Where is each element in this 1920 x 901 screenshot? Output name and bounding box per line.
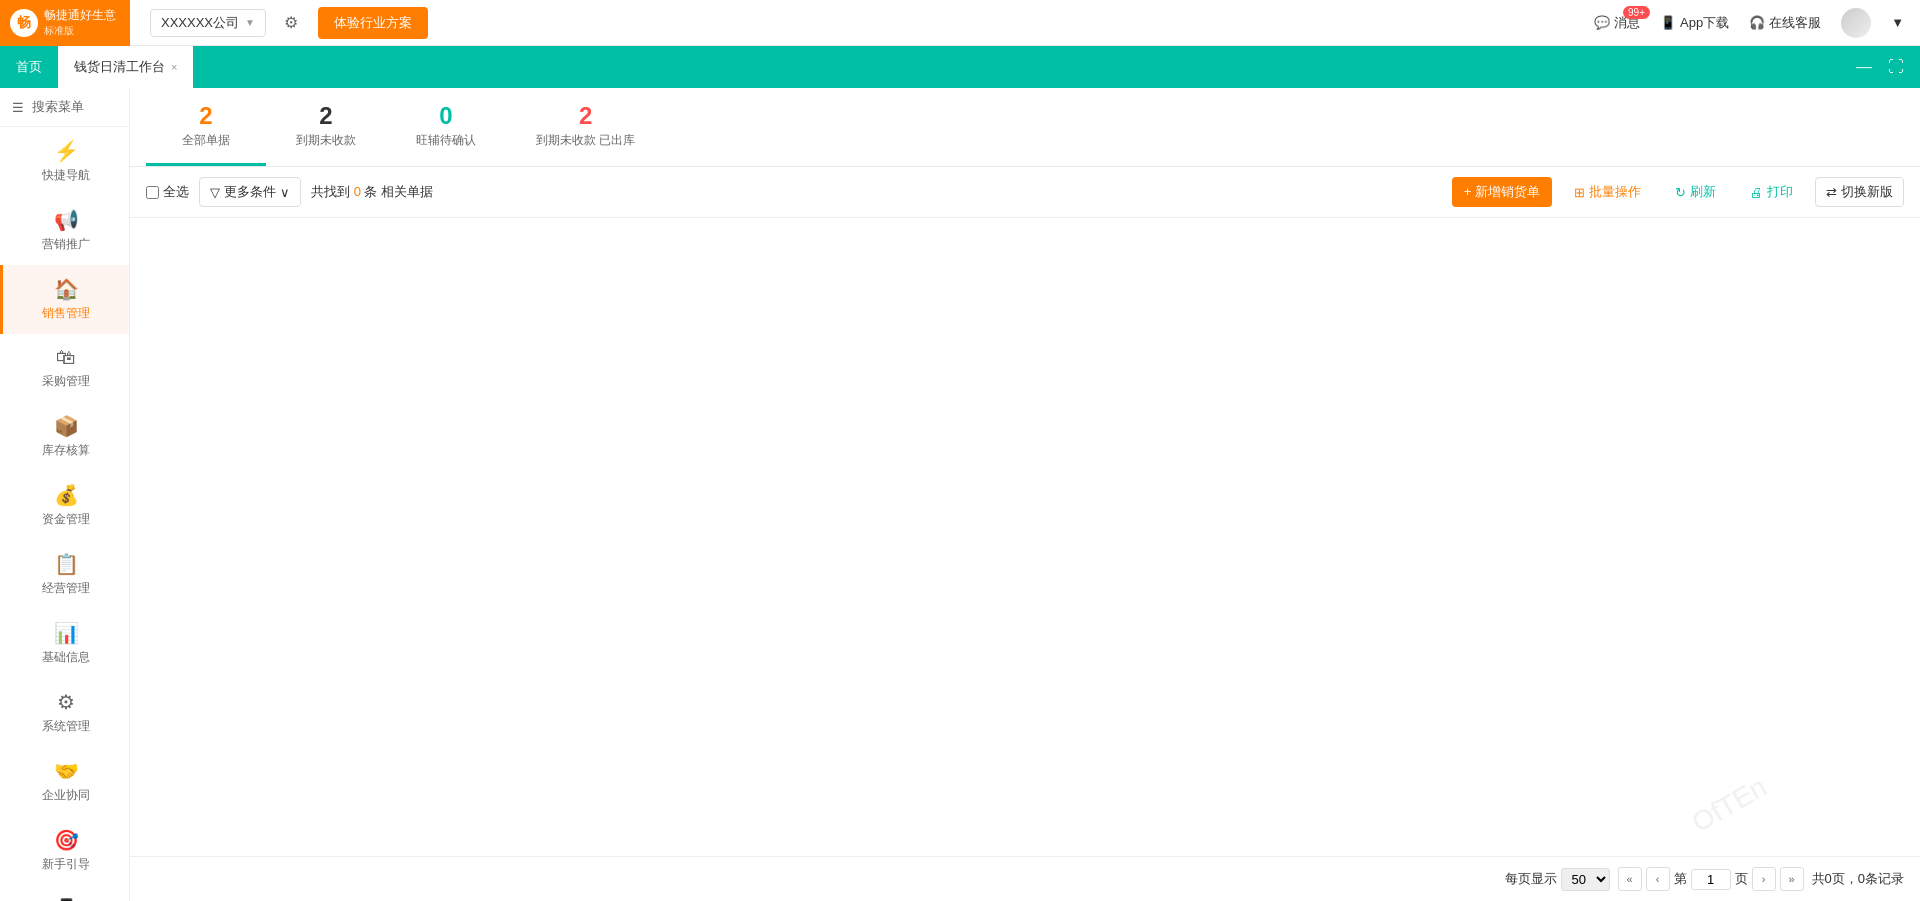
last-page-button[interactable]: » <box>1780 867 1804 891</box>
toolbar-right: + 新增销货单 ⊞ 批量操作 ↻ 刷新 🖨 打印 ⇄ 切换新版 <box>1452 177 1904 207</box>
marketing-icon: 📢 <box>54 208 79 232</box>
refresh-icon: ↻ <box>1675 185 1686 200</box>
chevron-down-icon: ▼ <box>245 17 255 28</box>
select-all-checkbox[interactable]: 全选 <box>146 183 189 201</box>
finance-icon: 💰 <box>54 483 79 507</box>
sidebar-item-system[interactable]: ⚙ 系统管理 <box>0 678 129 747</box>
stats-tabs: 2 全部单据 2 到期未收款 0 旺辅待确认 2 到期未收款 已出库 <box>130 88 1920 167</box>
user-name[interactable]: ▼ <box>1891 15 1904 30</box>
stat-tab-all[interactable]: 2 全部单据 <box>146 88 266 166</box>
toolbar-left: 全选 ▽ 更多条件 ∨ 共找到 0 条 相关单据 <box>146 177 1440 207</box>
sidebar-item-operations[interactable]: 📋 经营管理 <box>0 540 129 609</box>
add-sale-button[interactable]: + 新增销货单 <box>1452 177 1552 207</box>
page-nav: « ‹ 第 页 › » <box>1618 867 1804 891</box>
print-icon: 🖨 <box>1750 185 1763 200</box>
avatar-image <box>1841 8 1871 38</box>
batch-icon: ⊞ <box>1574 185 1585 200</box>
toolbar: 全选 ▽ 更多条件 ∨ 共找到 0 条 相关单据 + 新增销货单 ⊞ <box>130 167 1920 218</box>
switch-version-button[interactable]: ⇄ 切换新版 <box>1815 177 1904 207</box>
sidebar-item-marketing[interactable]: 📢 营销推广 <box>0 196 129 265</box>
page-input[interactable] <box>1691 869 1731 890</box>
app-center-icon: 📱 <box>54 897 79 901</box>
sidebar-item-app-center[interactable]: 📱 应用中心 <box>0 885 129 901</box>
logo-icon: 畅 <box>10 9 38 37</box>
per-page-dropdown[interactable]: 50 <box>1561 868 1610 891</box>
next-page-button[interactable]: › <box>1752 867 1776 891</box>
filter-button[interactable]: ▽ 更多条件 ∨ <box>199 177 301 207</box>
stat-tab-pending[interactable]: 0 旺辅待确认 <box>386 88 506 166</box>
sidebar-item-base-info[interactable]: 📊 基础信息 <box>0 609 129 678</box>
table-area <box>130 218 1920 856</box>
sidebar-item-inventory[interactable]: 📦 库存核算 <box>0 402 129 471</box>
tab-maximize-button[interactable]: ⛶ <box>1884 54 1908 80</box>
sales-icon: 🏠 <box>54 277 79 301</box>
message-icon: 💬 <box>1594 15 1610 30</box>
sidebar-item-guide[interactable]: 🎯 新手引导 <box>0 816 129 885</box>
sidebar-item-finance[interactable]: 💰 资金管理 <box>0 471 129 540</box>
message-item[interactable]: 💬 消息 99+ <box>1594 14 1640 32</box>
main-layout: ☰ 搜索菜单 ⚡ 快捷导航 📢 营销推广 🏠 销售管理 🛍 采购管理 📦 库存核… <box>0 88 1920 901</box>
logo-text: 畅捷通好生意 标准版 <box>44 8 116 37</box>
stat-tab-overdue-out[interactable]: 2 到期未收款 已出库 <box>506 88 665 166</box>
avatar[interactable] <box>1841 8 1871 38</box>
total-records: 共0页，0条记录 <box>1812 870 1904 888</box>
pagination-bar: 每页显示 50 « ‹ 第 页 › » 共0页，0条记录 <box>130 856 1920 901</box>
sidebar: ☰ 搜索菜单 ⚡ 快捷导航 📢 营销推广 🏠 销售管理 🛍 采购管理 📦 库存核… <box>0 88 130 901</box>
settings-icon[interactable]: ⚙ <box>276 8 306 38</box>
content-area: 2 全部单据 2 到期未收款 0 旺辅待确认 2 到期未收款 已出库 全选 <box>130 88 1920 901</box>
tab-right-actions: — ⛶ <box>1852 54 1920 80</box>
tab-bar: 首页 钱货日清工作台 × — ⛶ <box>0 46 1920 88</box>
print-button[interactable]: 🖨 打印 <box>1738 177 1805 207</box>
sidebar-item-enterprise[interactable]: 🤝 企业协同 <box>0 747 129 816</box>
sidebar-item-purchase[interactable]: 🛍 采购管理 <box>0 334 129 402</box>
base-info-icon: 📊 <box>54 621 79 645</box>
operations-icon: 📋 <box>54 552 79 576</box>
system-icon: ⚙ <box>57 690 75 714</box>
sidebar-item-quick-nav[interactable]: ⚡ 快捷导航 <box>0 127 129 196</box>
tab-active[interactable]: 钱货日清工作台 × <box>58 46 193 88</box>
switch-icon: ⇄ <box>1826 185 1837 200</box>
select-all-input[interactable] <box>146 186 159 199</box>
search-menu-item[interactable]: ☰ 搜索菜单 <box>0 88 129 127</box>
sidebar-item-sales[interactable]: 🏠 销售管理 <box>0 265 129 334</box>
online-service-item[interactable]: 🎧 在线客服 <box>1749 14 1821 32</box>
company-selector[interactable]: XXXXXX公司 ▼ <box>150 9 266 37</box>
found-text: 共找到 0 条 相关单据 <box>311 183 433 201</box>
filter-icon: ▽ <box>210 185 220 200</box>
batch-operation-button[interactable]: ⊞ 批量操作 <box>1562 177 1653 207</box>
per-page-select: 每页显示 50 <box>1505 868 1610 891</box>
first-page-button[interactable]: « <box>1618 867 1642 891</box>
purchase-icon: 🛍 <box>56 346 76 369</box>
close-tab-icon[interactable]: × <box>171 61 177 73</box>
top-header: 畅 畅捷通好生意 标准版 XXXXXX公司 ▼ ⚙ 体验行业方案 💬 消息 99… <box>0 0 1920 46</box>
logo-area: 畅 畅捷通好生意 标准版 <box>0 0 130 46</box>
search-icon: ☰ <box>12 100 24 115</box>
download-icon: 📱 <box>1660 15 1676 30</box>
enterprise-icon: 🤝 <box>54 759 79 783</box>
guide-icon: 🎯 <box>54 828 79 852</box>
prev-page-button[interactable]: ‹ <box>1646 867 1670 891</box>
message-badge: 99+ <box>1623 6 1650 19</box>
quick-nav-icon: ⚡ <box>54 139 79 163</box>
refresh-button[interactable]: ↻ 刷新 <box>1663 177 1728 207</box>
trial-button[interactable]: 体验行业方案 <box>318 7 428 39</box>
app-download-item[interactable]: 📱 App下载 <box>1660 14 1729 32</box>
inventory-icon: 📦 <box>54 414 79 438</box>
tab-minimize-button[interactable]: — <box>1852 54 1876 80</box>
stat-tab-overdue[interactable]: 2 到期未收款 <box>266 88 386 166</box>
header-right: 💬 消息 99+ 📱 App下载 🎧 在线客服 ▼ <box>1594 8 1904 38</box>
tab-home[interactable]: 首页 <box>0 46 58 88</box>
service-icon: 🎧 <box>1749 15 1765 30</box>
chevron-down-icon: ∨ <box>280 185 290 200</box>
